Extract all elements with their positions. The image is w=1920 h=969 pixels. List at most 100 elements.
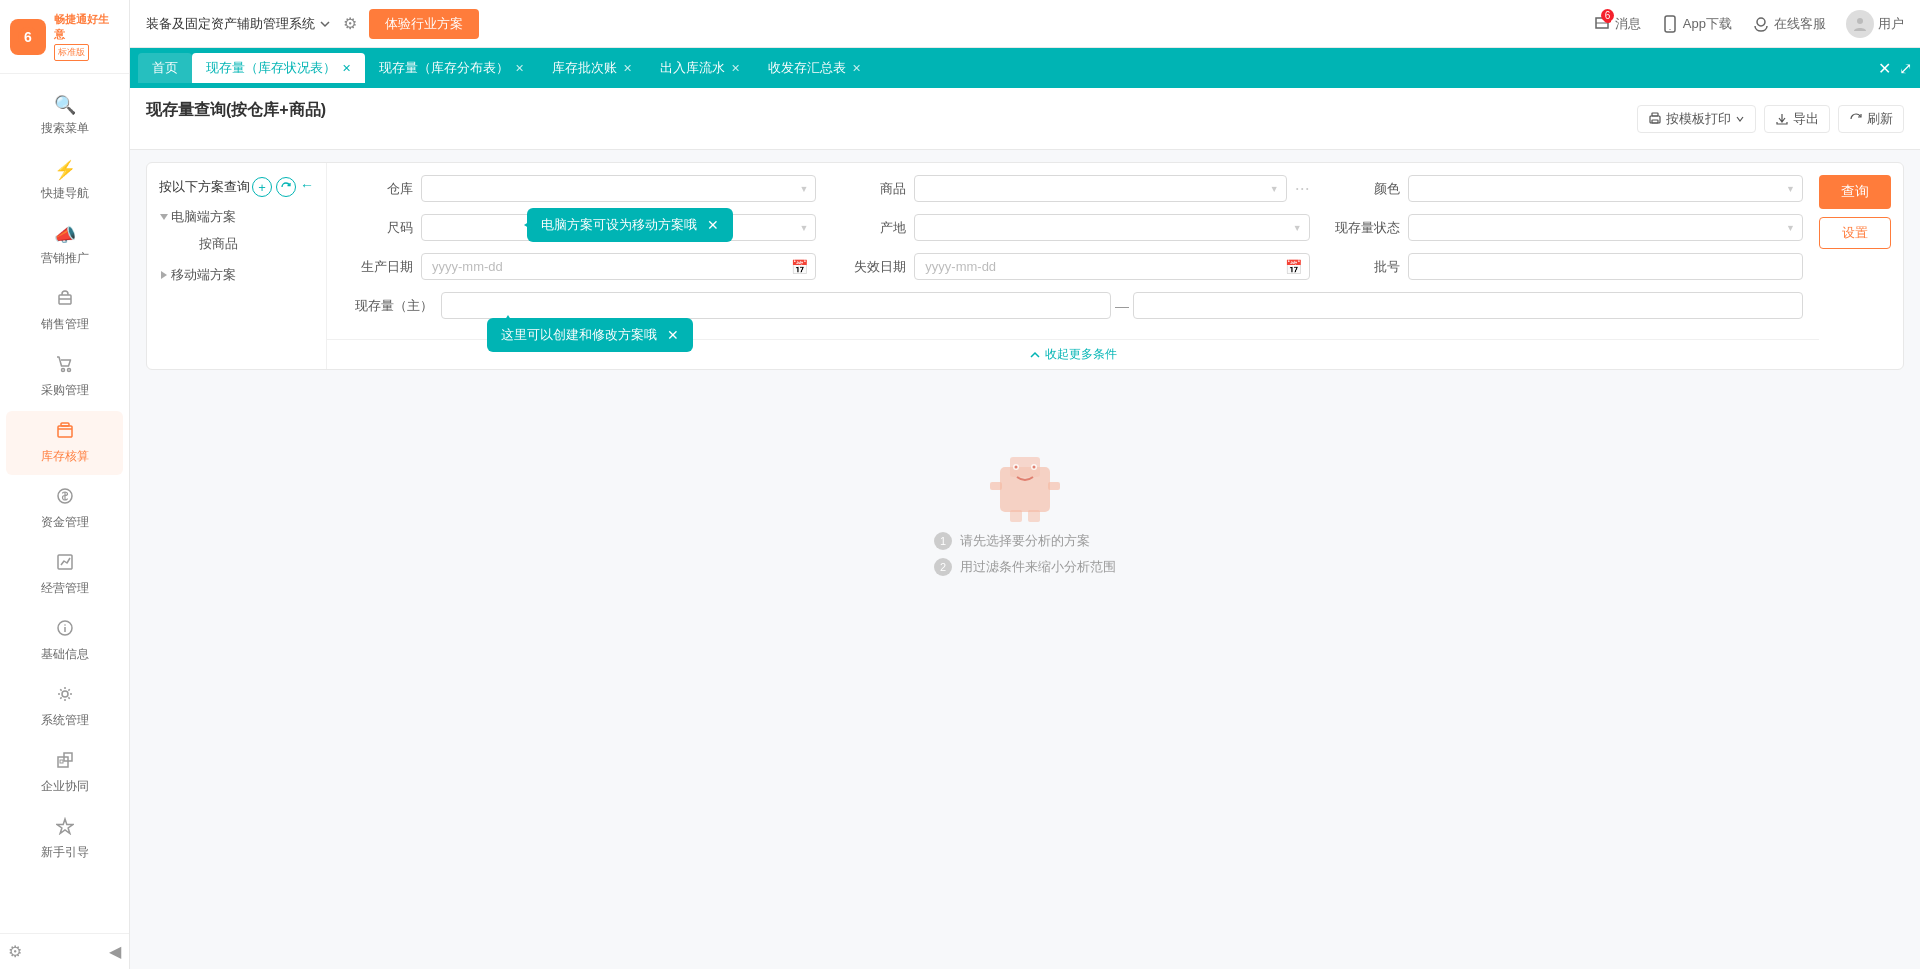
sidebar: 6 畅捷通好生意 标准版 🔍 搜索菜单 ⚡ 快捷导航 📣 营销推广 (0, 0, 130, 969)
scheme-add-btn[interactable]: + (252, 177, 272, 197)
megaphone-icon: 📣 (54, 224, 76, 246)
phone-icon (1661, 15, 1679, 33)
tab-batch-account[interactable]: 库存批次账 ✕ (538, 53, 646, 83)
topbar-actions: 按模板打印 导出 刷新 (1637, 105, 1904, 133)
close-all-tabs-icon[interactable]: ✕ (1878, 59, 1891, 78)
sidebar-item-quick-nav[interactable]: ⚡ 快捷导航 (6, 149, 123, 212)
scheme-group-pc: 电脑端方案 按商品 (147, 203, 326, 257)
triangle-icon-mobile (161, 271, 167, 279)
page-title: 现存量查询(按仓库+商品) (146, 100, 326, 121)
svg-point-30 (1033, 466, 1036, 469)
origin-select-wrapper (914, 214, 1309, 241)
collapse-icon (1029, 349, 1041, 361)
stock-qty-max[interactable] (1133, 292, 1803, 319)
scheme-group-mobile-toggle[interactable]: 移动端方案 (147, 261, 326, 289)
template-print-btn[interactable]: 按模板打印 (1637, 105, 1756, 133)
batch-no-input[interactable] (1408, 253, 1803, 280)
produce-date-calendar-icon[interactable]: 📅 (791, 259, 808, 275)
scheme-back-btn[interactable]: ← (300, 177, 314, 197)
settings-gear-icon[interactable]: ⚙ (343, 14, 357, 33)
system-selector[interactable]: 装备及固定资产辅助管理系统 (146, 15, 331, 33)
tab-close-inventory-status[interactable]: ✕ (342, 62, 351, 75)
refresh-btn[interactable]: 刷新 (1838, 105, 1904, 133)
scheme-refresh-btn[interactable] (276, 177, 296, 197)
sidebar-item-search[interactable]: 🔍 搜索菜单 (6, 84, 123, 147)
tab-close-inventory-dist[interactable]: ✕ (515, 62, 524, 75)
tab-home[interactable]: 首页 (138, 53, 192, 83)
sidebar-settings-icon[interactable]: ⚙ (8, 942, 22, 961)
svg-rect-32 (1048, 482, 1060, 490)
svg-rect-23 (1652, 113, 1658, 116)
sidebar-item-marketing[interactable]: 📣 营销推广 (6, 214, 123, 277)
produce-date-field: 生产日期 📅 (343, 253, 816, 280)
produce-date-input[interactable] (421, 253, 816, 280)
online-service-item[interactable]: 在线客服 (1752, 15, 1826, 33)
info-icon (56, 619, 74, 642)
produce-date-wrapper: 📅 (421, 253, 816, 280)
stock-status-label: 现存量状态 (1330, 219, 1400, 237)
headset-icon (1752, 15, 1770, 33)
industry-btn[interactable]: 体验行业方案 (369, 9, 479, 39)
user-item[interactable]: 用户 (1846, 10, 1904, 38)
expire-date-label: 失效日期 (836, 258, 906, 276)
query-btn[interactable]: 查询 (1819, 175, 1891, 209)
sidebar-item-guide[interactable]: 新手引导 (6, 807, 123, 871)
scheme-panel-actions: + ← (252, 177, 314, 197)
create-tooltip-close[interactable]: ✕ (667, 327, 679, 343)
sidebar-item-finance[interactable]: 资金管理 (6, 477, 123, 541)
svg-rect-6 (58, 426, 72, 437)
product-dots-icon[interactable]: ··· (1295, 178, 1310, 199)
tab-recv-summary[interactable]: 收发存汇总表 ✕ (754, 53, 875, 83)
stock-qty-min[interactable] (441, 292, 1111, 319)
tabs-controls: ✕ ⤢ (1878, 59, 1912, 78)
scheme-tooltip-close[interactable]: ✕ (707, 217, 719, 233)
logo-icon: 6 (10, 19, 46, 55)
warehouse-field: 仓库 (343, 175, 816, 202)
main-content: 装备及固定资产辅助管理系统 ⚙ 体验行业方案 消息 6 App下载 (130, 0, 1920, 969)
tab-inventory-status[interactable]: 现存量（库存状况表） ✕ (192, 53, 365, 83)
scheme-child-warehouse[interactable]: 按商品 (171, 231, 326, 257)
refresh-small-icon (280, 181, 292, 193)
color-select[interactable] (1408, 175, 1803, 202)
setting-btn[interactable]: 设置 (1819, 217, 1891, 249)
tab-in-out-flow[interactable]: 出入库流水 ✕ (646, 53, 754, 83)
sidebar-collapse-icon[interactable]: ◀ (109, 942, 121, 961)
tab-close-recv-summary[interactable]: ✕ (852, 62, 861, 75)
color-select-wrapper (1408, 175, 1803, 202)
cart-icon (56, 355, 74, 378)
scheme-tooltip-text: 电脑方案可设为移动方案哦 (541, 216, 697, 234)
sidebar-item-sales[interactable]: 销售管理 (6, 279, 123, 343)
svg-point-20 (1757, 18, 1765, 26)
expire-date-input[interactable] (914, 253, 1309, 280)
origin-label: 产地 (836, 219, 906, 237)
app-download-item[interactable]: App下载 (1661, 15, 1732, 33)
scheme-group-pc-toggle[interactable]: 电脑端方案 (147, 203, 326, 231)
sidebar-item-system[interactable]: 系统管理 (6, 675, 123, 739)
expire-date-calendar-icon[interactable]: 📅 (1285, 259, 1302, 275)
star-icon (56, 817, 74, 840)
export-btn[interactable]: 导出 (1764, 105, 1830, 133)
product-select[interactable] (914, 175, 1286, 202)
empty-step-1: 1 请先选择要分析的方案 (934, 532, 1116, 550)
stock-status-select[interactable] (1408, 214, 1803, 241)
color-field: 颜色 (1330, 175, 1803, 202)
product-select-wrapper (914, 175, 1286, 202)
sidebar-item-basic-info[interactable]: 基础信息 (6, 609, 123, 673)
tab-inventory-dist[interactable]: 现存量（库存分布表） ✕ (365, 53, 538, 83)
sidebar-item-inventory[interactable]: 库存核算 (6, 411, 123, 475)
origin-field: 产地 (836, 214, 1309, 241)
warehouse-select[interactable] (421, 175, 816, 202)
svg-rect-31 (990, 482, 1002, 490)
tab-close-batch-account[interactable]: ✕ (623, 62, 632, 75)
filter-form-area: 仓库 商品 (327, 163, 1819, 369)
message-icon-item[interactable]: 消息 6 (1593, 15, 1641, 33)
sidebar-item-operations[interactable]: 经营管理 (6, 543, 123, 607)
color-label: 颜色 (1330, 180, 1400, 198)
sidebar-item-purchase[interactable]: 采购管理 (6, 345, 123, 409)
origin-select[interactable] (914, 214, 1309, 241)
svg-text:6: 6 (24, 29, 32, 45)
sidebar-item-enterprise[interactable]: 企业协同 (6, 741, 123, 805)
product-label: 商品 (836, 180, 906, 198)
maximize-icon[interactable]: ⤢ (1899, 59, 1912, 78)
tab-close-in-out-flow[interactable]: ✕ (731, 62, 740, 75)
